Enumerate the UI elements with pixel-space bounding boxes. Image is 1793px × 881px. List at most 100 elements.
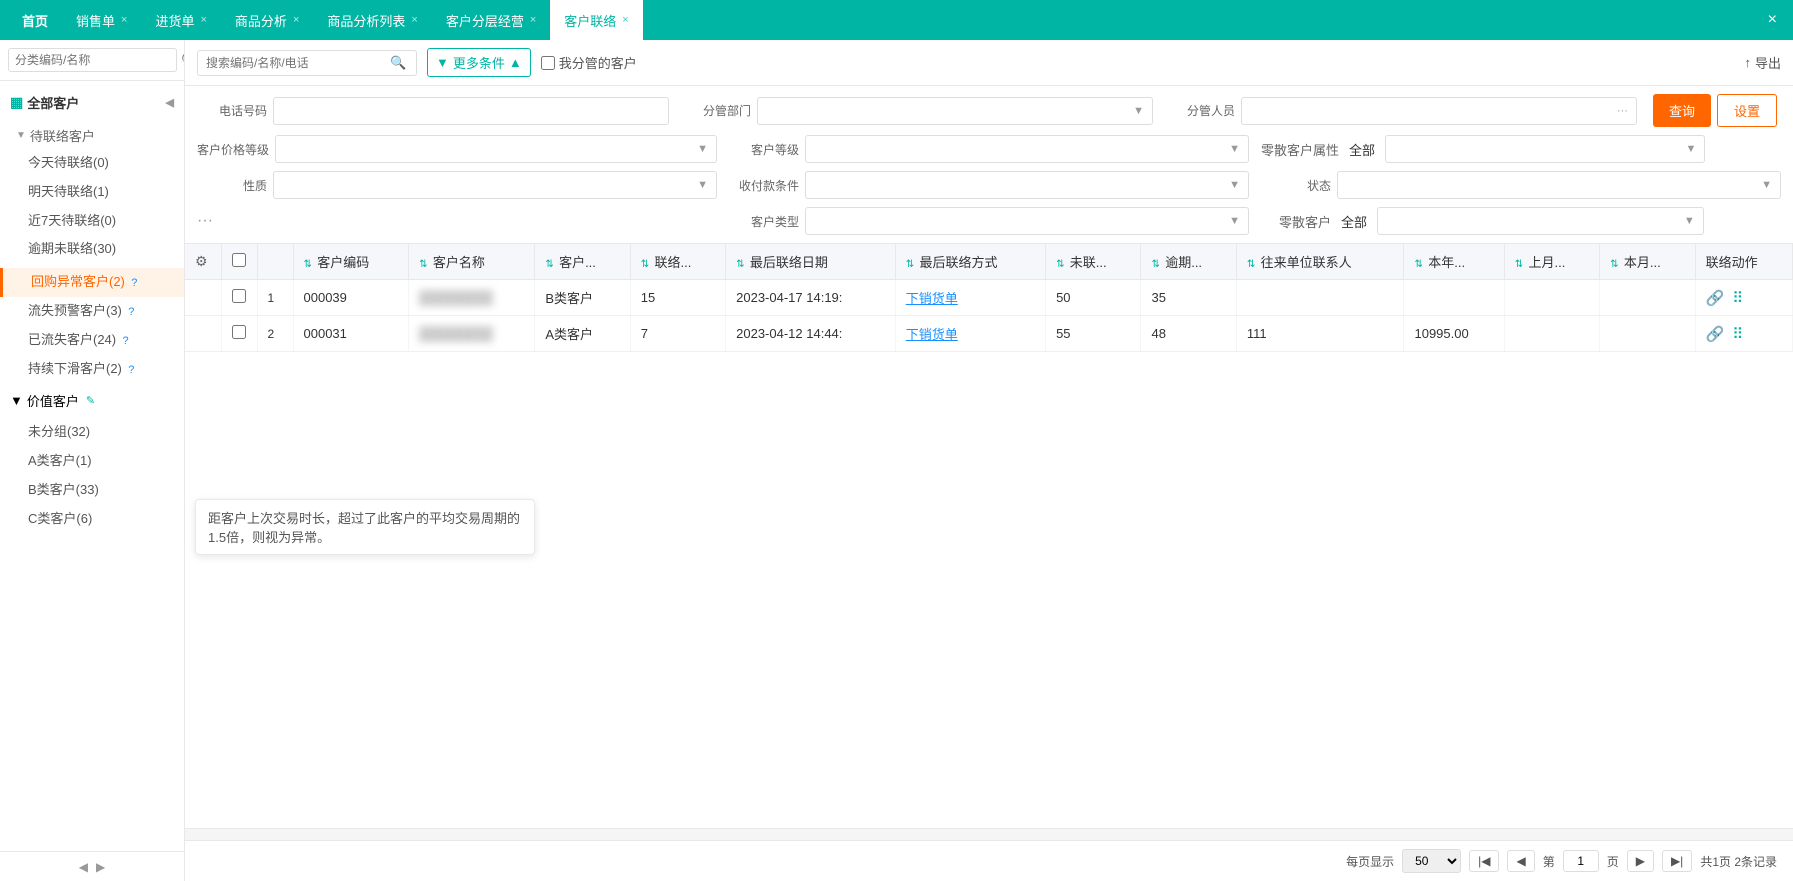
pending-contact-label: 待联络客户 <box>30 126 95 145</box>
row2-method-value[interactable]: 下销货单 <box>906 327 958 342</box>
nav-customer-contact[interactable]: 客户联络 × <box>550 0 642 40</box>
horizontal-scrollbar[interactable] <box>185 828 1793 840</box>
price-arrow-icon: ▼ <box>697 143 708 155</box>
query-button[interactable]: 查询 <box>1653 94 1711 127</box>
last-page-button[interactable]: ▶| <box>1662 850 1692 872</box>
search-icon[interactable]: 🔍 <box>390 55 406 71</box>
nav-analysis-close[interactable]: × <box>293 14 299 26</box>
nav-sales[interactable]: 销售单 × <box>62 0 141 40</box>
nav-customer-seg-close[interactable]: × <box>530 14 536 26</box>
row1-name-value: ████████ <box>419 290 493 305</box>
setting-button[interactable]: 设置 <box>1717 94 1777 127</box>
class-a-customers[interactable]: A类客户(1) <box>0 447 184 476</box>
th-customer-type[interactable]: ⇅ 客户... <box>535 244 630 280</box>
nav-sales-close[interactable]: × <box>121 14 127 26</box>
first-page-button[interactable]: |◀ <box>1469 850 1499 872</box>
row1-select-checkbox[interactable] <box>232 289 246 303</box>
th-contact-count[interactable]: ⇅ 联络... <box>630 244 725 280</box>
overdue-pending[interactable]: 逾期未联络(30) <box>0 235 184 264</box>
nav-purchase-close[interactable]: × <box>200 14 206 26</box>
tomorrow-pending[interactable]: 明天待联络(1) <box>0 178 184 207</box>
th-customer-name[interactable]: ⇅ 客户名称 <box>409 244 535 280</box>
retail-attr-label: 零散客户属性 <box>1261 140 1339 159</box>
retail-attr-value: 全部 <box>1349 140 1375 159</box>
next-page-button[interactable]: ▶ <box>1627 850 1654 872</box>
customer-level-select[interactable]: ▼ <box>805 135 1249 163</box>
churned-customers[interactable]: 已流失客户(24) ? <box>0 326 184 355</box>
declining-customers[interactable]: 持续下滑客户(2) ? <box>0 355 184 384</box>
status-select[interactable]: ▼ <box>1337 171 1781 199</box>
staff-select[interactable]: ··· <box>1241 97 1637 125</box>
customer-type-select[interactable]: ▼ <box>805 207 1249 235</box>
nav-purchase[interactable]: 进货单 × <box>141 0 220 40</box>
nav-customer-seg[interactable]: 客户分层经营 × <box>432 0 550 40</box>
collapse-icon[interactable]: ◀ <box>166 96 174 109</box>
sidebar-search-input[interactable] <box>8 48 177 72</box>
sidebar-all-customers[interactable]: ▦ 全部客户 ◀ <box>0 87 184 118</box>
more-conditions-button[interactable]: ▼ 更多条件 ▲ <box>427 48 531 77</box>
extra-dots[interactable]: ··· <box>197 212 213 230</box>
sort-unit-icon: ⇅ <box>1247 259 1255 270</box>
th-last-contact-method[interactable]: ⇅ 最后联络方式 <box>895 244 1045 280</box>
per-page-select[interactable]: 50 20 100 <box>1402 849 1461 873</box>
select-all-checkbox[interactable] <box>232 253 246 267</box>
price-level-select[interactable]: ▼ <box>275 135 717 163</box>
th-no-contact[interactable]: ⇅ 未联... <box>1046 244 1141 280</box>
payment-select[interactable]: ▼ <box>805 171 1249 199</box>
week-pending[interactable]: 近7天待联络(0) <box>0 207 184 236</box>
nav-analysis-list[interactable]: 商品分析列表 × <box>313 0 431 40</box>
today-pending[interactable]: 今天待联络(0) <box>0 149 184 178</box>
search-input[interactable] <box>206 56 386 70</box>
my-customer-checkbox[interactable] <box>541 56 555 70</box>
th-last-contact-date[interactable]: ⇅ 最后联络日期 <box>726 244 896 280</box>
row1-link-icon[interactable]: 🔗 <box>1706 289 1725 307</box>
churn-warning[interactable]: 流失预警客户(3) ? <box>0 297 184 326</box>
gear-icon[interactable]: ⚙ <box>195 253 208 269</box>
class-c-customers[interactable]: C类客户(6) <box>0 505 184 534</box>
class-b-customers[interactable]: B类客户(33) <box>0 476 184 505</box>
department-select[interactable]: ▼ <box>757 97 1153 125</box>
value-edit-icon[interactable]: ✎ <box>86 394 95 407</box>
th-this-month[interactable]: ⇅ 本月... <box>1600 244 1695 280</box>
page-number-input[interactable] <box>1563 850 1599 872</box>
row2-link-icon[interactable]: 🔗 <box>1706 325 1725 343</box>
th-last-month[interactable]: ⇅ 上月... <box>1504 244 1599 280</box>
th-overdue[interactable]: ⇅ 逾期... <box>1141 244 1236 280</box>
retail-customer-select[interactable]: ▼ <box>1377 207 1704 235</box>
row2-qr-icon[interactable]: ⠿ <box>1732 325 1743 343</box>
nav-analysis[interactable]: 商品分析 × <box>221 0 313 40</box>
th-customer-code[interactable]: ⇅ 客户编码 <box>293 244 409 280</box>
th-this-year[interactable]: ⇅ 本年... <box>1404 244 1504 280</box>
sort-overdue-icon: ⇅ <box>1151 259 1159 270</box>
retail-attr-select[interactable]: ▼ <box>1385 135 1705 163</box>
row2-customer-type: A类客户 <box>535 316 630 352</box>
row2-nocontact-value: 55 <box>1056 326 1070 341</box>
col-unit-contact-label: 往来单位联系人 <box>1261 255 1352 270</box>
repurchase-abnormal[interactable]: 回购异常客户(2) ? <box>0 268 184 297</box>
pending-contact-title[interactable]: ▼ 待联络客户 <box>0 122 184 149</box>
info-icon[interactable]: ? <box>131 277 137 289</box>
ctype-arrow-icon: ▼ <box>1229 215 1240 227</box>
churn-info-icon[interactable]: ? <box>128 306 134 318</box>
sidebar-left-arrow[interactable]: ◀ <box>79 860 88 874</box>
row2-select-checkbox[interactable] <box>232 325 246 339</box>
row1-qr-icon[interactable]: ⠿ <box>1732 289 1743 307</box>
gender-select[interactable]: ▼ <box>273 171 717 199</box>
churned-info-icon[interactable]: ? <box>122 335 128 347</box>
col-this-month-label: 本月... <box>1624 255 1661 270</box>
prev-page-button[interactable]: ◀ <box>1507 850 1534 872</box>
unclassified-customers[interactable]: 未分组(32) <box>0 418 184 447</box>
export-button[interactable]: ↑ 导出 <box>1744 53 1781 72</box>
th-unit-contact[interactable]: ⇅ 往来单位联系人 <box>1236 244 1404 280</box>
row2-customer-code[interactable]: 000031 <box>293 316 409 352</box>
declining-info-icon[interactable]: ? <box>128 364 134 376</box>
row1-customer-code[interactable]: 000039 <box>293 280 409 316</box>
row1-method-value[interactable]: 下销货单 <box>906 291 958 306</box>
nav-analysis-list-close[interactable]: × <box>411 14 417 26</box>
sidebar-right-arrow[interactable]: ▶ <box>96 860 105 874</box>
phone-input[interactable] <box>273 97 669 125</box>
nav-customer-contact-close[interactable]: × <box>622 14 628 26</box>
table-row: 1 000039 ████████ B类客户 15 <box>185 280 1793 316</box>
nav-home[interactable]: 首页 <box>8 0 62 40</box>
close-all-button[interactable]: × <box>1760 11 1785 29</box>
